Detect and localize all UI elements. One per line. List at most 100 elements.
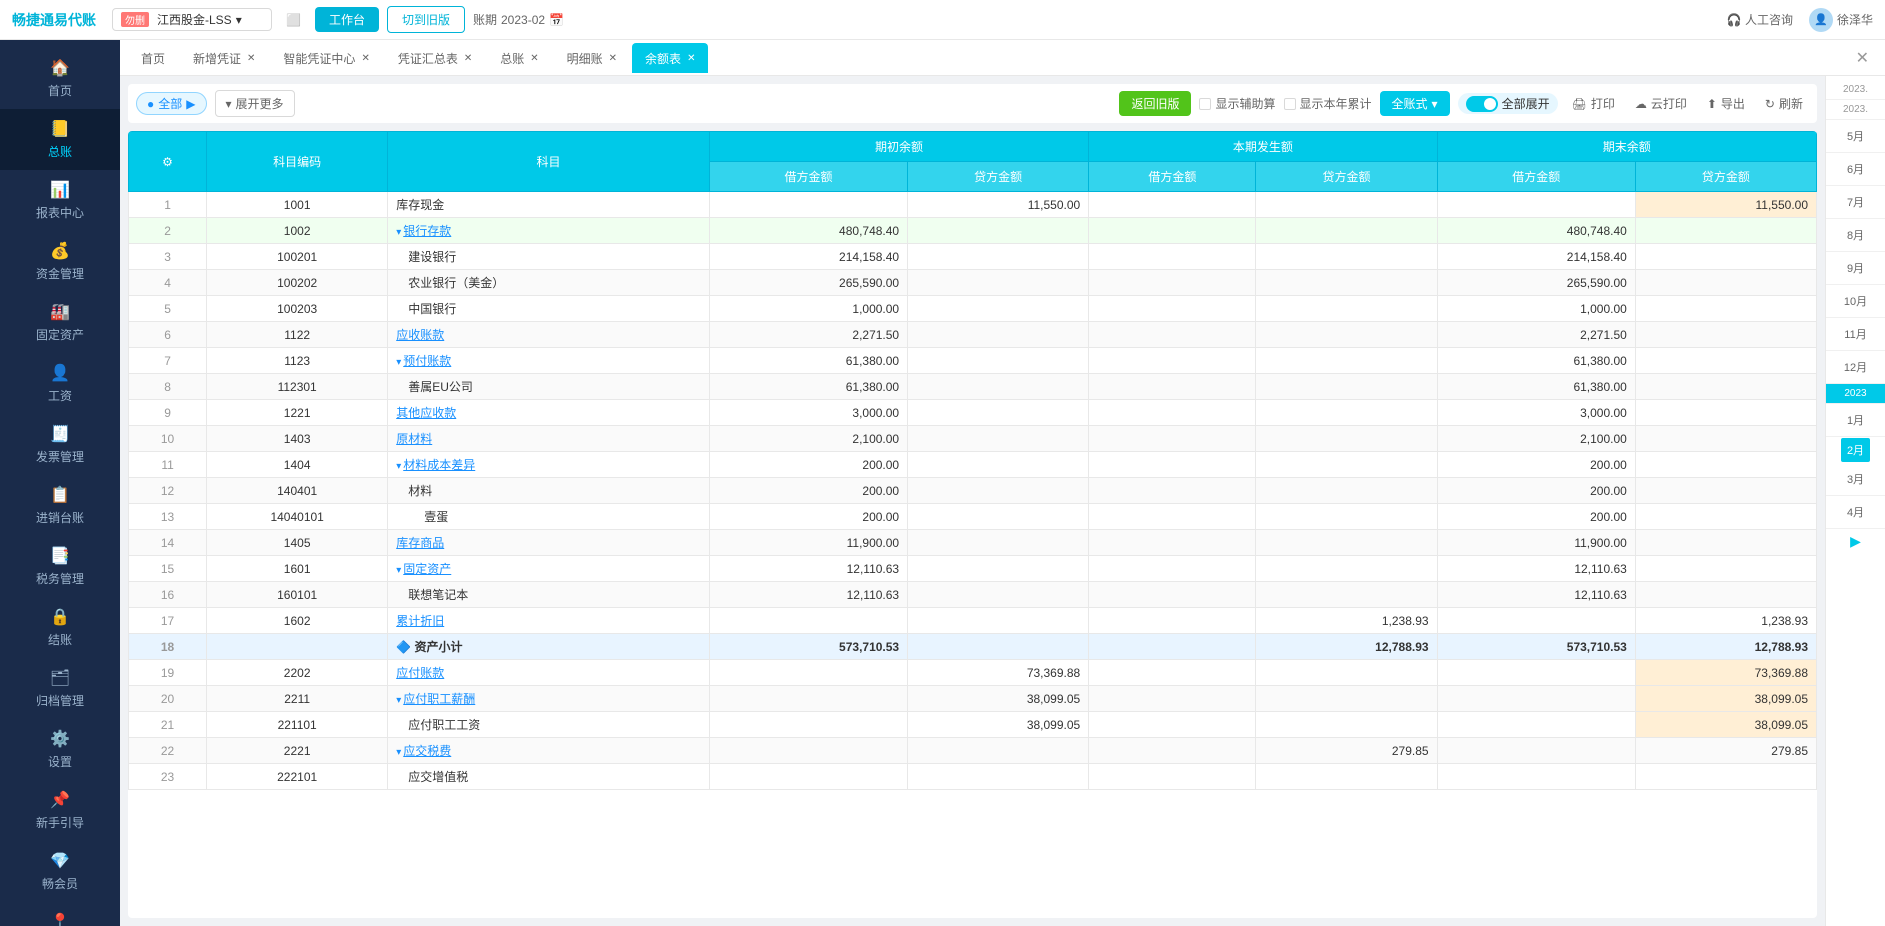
right-panel-month-5[interactable]: 5月 <box>1826 120 1885 153</box>
account-link[interactable]: 材料成本差异 <box>403 458 475 472</box>
account-link[interactable]: 应付职工薪酬 <box>403 692 475 706</box>
consultant-link[interactable]: 🎧 人工咨询 <box>1727 11 1793 28</box>
sidebar-item-unpin[interactable]: 📍 取消固定 <box>0 902 120 926</box>
row-name[interactable]: ▾材料成本差异 <box>388 452 710 478</box>
sidebar-item-home[interactable]: 🏠 首页 <box>0 48 120 109</box>
tab-voucher-summary[interactable]: 凭证汇总表 ✕ <box>385 43 485 73</box>
account-link[interactable]: 固定资产 <box>403 562 451 576</box>
account-link[interactable]: 应付账款 <box>396 666 444 680</box>
th-config[interactable]: ⚙ <box>129 132 207 192</box>
row-name[interactable]: ▾固定资产 <box>388 556 710 582</box>
show-ytd-checkbox[interactable]: 显示本年累计 <box>1284 95 1372 112</box>
calendar-icon[interactable]: 📅 <box>549 13 564 27</box>
toggle-switch[interactable] <box>1466 96 1498 112</box>
row-name[interactable]: ▾预付账款 <box>388 348 710 374</box>
switch-version-button[interactable]: 切到旧版 <box>387 6 465 33</box>
sidebar-item-fixed-assets[interactable]: 🏭 固定资产 <box>0 292 120 353</box>
account-link[interactable]: 应收账款 <box>396 328 444 342</box>
sidebar-item-general-ledger[interactable]: 📒 总账 <box>0 109 120 170</box>
print-button[interactable]: 🖨 打印 <box>1566 91 1621 116</box>
close-tab-area-icon[interactable]: ✕ <box>1848 48 1877 68</box>
close-detail-ledger-icon[interactable]: ✕ <box>609 53 617 64</box>
sidebar-item-settings[interactable]: ⚙️ 设置 <box>0 719 120 780</box>
row-name[interactable]: ▾应交税费 <box>388 738 710 764</box>
page-content: ● 全部 ▶ ▾ 展开更多 返回旧版 显示辅助算 <box>120 76 1885 926</box>
right-panel-month-9[interactable]: 9月 <box>1826 252 1885 285</box>
company-settings-icon[interactable]: ⬜ <box>280 11 307 29</box>
row-name[interactable]: 应收账款 <box>388 322 710 348</box>
balance-table-container[interactable]: ⚙ 科目编码 科目 期初余额 本期发生额 期末余额 借方金额 贷方金额 <box>128 131 1817 918</box>
row-name[interactable]: ▾应付职工薪酬 <box>388 686 710 712</box>
sidebar-item-reports[interactable]: 📊 报表中心 <box>0 170 120 231</box>
account-link[interactable]: 银行存款 <box>403 224 451 238</box>
sidebar-item-closing[interactable]: 🔒 结账 <box>0 597 120 658</box>
row-name[interactable]: ▾银行存款 <box>388 218 710 244</box>
right-panel-month-1[interactable]: 1月 <box>1826 404 1885 437</box>
right-panel-month-3[interactable]: 3月 <box>1826 463 1885 496</box>
row-name[interactable]: 其他应收款 <box>388 400 710 426</box>
expand-right-icon[interactable]: ▶ <box>1850 533 1861 550</box>
sidebar-item-assets[interactable]: 💰 资金管理 <box>0 231 120 292</box>
mode-button[interactable]: 全账式 ▾ <box>1380 91 1450 116</box>
breadcrumb-all[interactable]: ● 全部 ▶ <box>136 92 207 115</box>
sidebar-item-invoice[interactable]: 🧾 发票管理 <box>0 414 120 475</box>
show-aux-checkbox[interactable]: 显示辅助算 <box>1199 95 1275 112</box>
company-selector[interactable]: 勿删 江西股金-LSS ▾ <box>112 8 272 31</box>
right-panel-month-6[interactable]: 6月 <box>1826 153 1885 186</box>
right-panel-month-11[interactable]: 11月 <box>1826 318 1885 351</box>
close-voucher-summary-icon[interactable]: ✕ <box>464 53 472 64</box>
return-old-version-button[interactable]: 返回旧版 <box>1119 91 1191 116</box>
collapse-icon[interactable]: ▾ <box>396 227 401 238</box>
tab-home[interactable]: 首页 <box>128 43 178 73</box>
account-link[interactable]: 应交税费 <box>403 744 451 758</box>
sidebar-item-payroll[interactable]: 👤 工资 <box>0 353 120 414</box>
refresh-button[interactable]: ↻ 刷新 <box>1759 91 1809 116</box>
sidebar-item-guide[interactable]: 📌 新手引导 <box>0 780 120 841</box>
user-info[interactable]: 👤 徐泽华 <box>1809 8 1873 32</box>
sidebar-item-archive[interactable]: 🗂 归档管理 <box>0 658 120 719</box>
tab-balance-sheet[interactable]: 余额表 ✕ <box>632 43 708 73</box>
sidebar-item-tax[interactable]: 📑 税务管理 <box>0 536 120 597</box>
account-link[interactable]: 其他应收款 <box>396 406 456 420</box>
tab-detail-ledger[interactable]: 明细账 ✕ <box>554 43 630 73</box>
sidebar-item-member[interactable]: 💎 畅会员 <box>0 841 120 902</box>
row-name[interactable]: 原材料 <box>388 426 710 452</box>
workbench-button[interactable]: 工作台 <box>315 7 379 32</box>
account-link[interactable]: 原材料 <box>396 432 432 446</box>
right-panel-month-12[interactable]: 12月 <box>1826 351 1885 384</box>
account-link[interactable]: 累计折旧 <box>396 614 444 628</box>
row-name[interactable]: 累计折旧 <box>388 608 710 634</box>
collapse-icon[interactable]: ▾ <box>396 461 401 472</box>
sidebar-item-purchase[interactable]: 📋 进销台账 <box>0 475 120 536</box>
right-panel-month-8[interactable]: 8月 <box>1826 219 1885 252</box>
ytd-checkbox-box[interactable] <box>1284 98 1296 110</box>
row-name[interactable]: 应付账款 <box>388 660 710 686</box>
close-balance-sheet-icon[interactable]: ✕ <box>687 53 695 64</box>
tab-general-ledger[interactable]: 总账 ✕ <box>487 43 551 73</box>
close-general-ledger-icon[interactable]: ✕ <box>530 53 538 64</box>
collapse-icon[interactable]: ▾ <box>396 565 401 576</box>
right-panel-month-10[interactable]: 10月 <box>1826 285 1885 318</box>
right-panel-month-4[interactable]: 4月 <box>1826 496 1885 529</box>
collapse-icon[interactable]: ▾ <box>396 695 401 706</box>
table-row: 61122应收账款2,271.502,271.50 <box>129 322 1817 348</box>
export-button[interactable]: ⬆ 导出 <box>1701 91 1751 116</box>
aux-checkbox-box[interactable] <box>1199 98 1211 110</box>
right-panel-expand-icon[interactable]: ▶ <box>1826 533 1885 550</box>
row-name[interactable]: 库存商品 <box>388 530 710 556</box>
account-link[interactable]: 预付账款 <box>403 354 451 368</box>
cloud-print-button[interactable]: ☁ 云打印 <box>1629 91 1693 116</box>
tab-add-voucher[interactable]: 新增凭证 ✕ <box>180 43 268 73</box>
right-panel-month-7[interactable]: 7月 <box>1826 186 1885 219</box>
collapse-icon[interactable]: ▾ <box>396 357 401 368</box>
collapse-icon[interactable]: ▾ <box>396 747 401 758</box>
account-link[interactable]: 库存商品 <box>396 536 444 550</box>
cell-cur-debit <box>1089 322 1256 348</box>
close-smart-voucher-icon[interactable]: ✕ <box>361 53 369 64</box>
config-icon[interactable]: ⚙ <box>162 155 173 169</box>
close-add-voucher-icon[interactable]: ✕ <box>247 53 255 64</box>
expand-all-toggle[interactable]: 全部展开 <box>1458 93 1558 114</box>
expand-more-button[interactable]: ▾ 展开更多 <box>215 90 295 117</box>
right-panel-month-2-active[interactable]: 2月 <box>1841 438 1870 462</box>
tab-smart-voucher[interactable]: 智能凭证中心 ✕ <box>270 43 382 73</box>
